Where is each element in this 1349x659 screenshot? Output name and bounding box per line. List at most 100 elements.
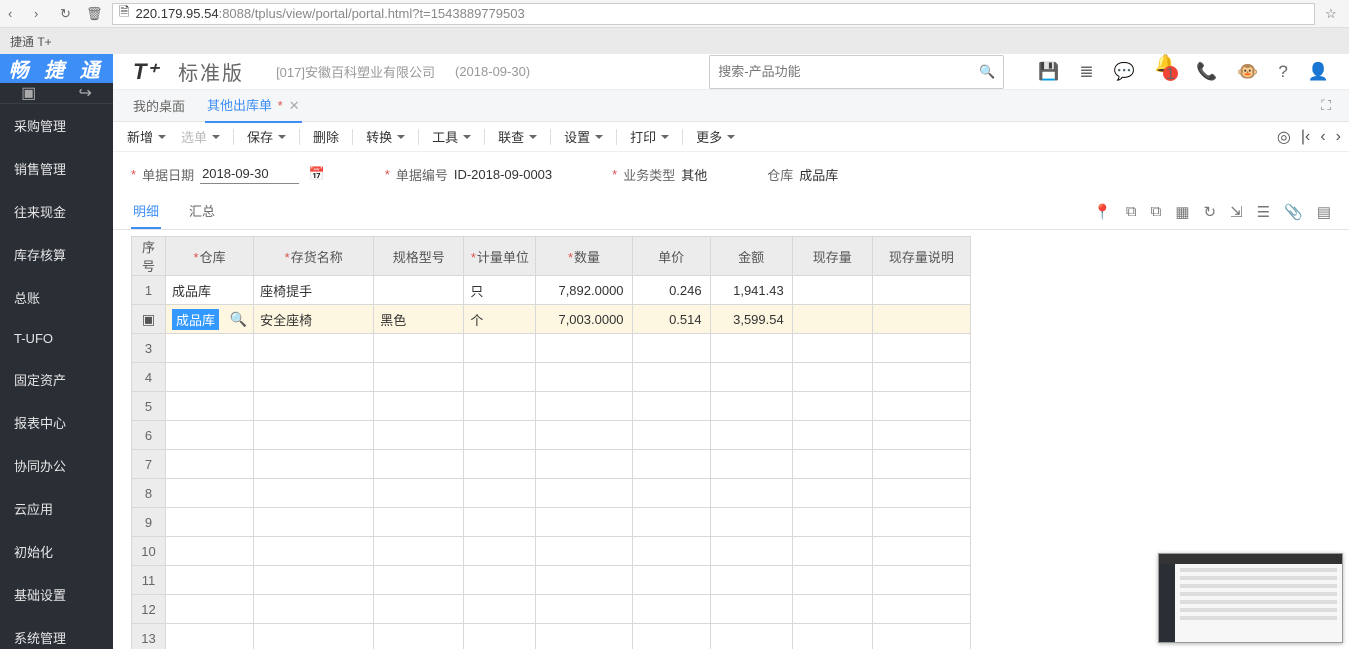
grid-header-row: 序号*仓库*存货名称规格型号*计量单位*数量单价金额现存量现存量说明 — [132, 237, 971, 276]
browser-tab-title[interactable]: 捷通 T+ — [10, 33, 52, 50]
btn-tools[interactable]: 工具 — [426, 122, 477, 151]
sidebar-item-8[interactable]: 协同办公 — [0, 444, 113, 487]
preview-thumbnail[interactable] — [1158, 553, 1343, 643]
search-icon[interactable]: 🔍 — [979, 64, 995, 80]
calendar-icon[interactable]: 📅 — [309, 166, 325, 182]
col-header-5[interactable]: *数量 — [536, 237, 632, 276]
sidebar-item-1[interactable]: 销售管理 — [0, 147, 113, 190]
notif-badge: 1 — [1163, 66, 1178, 81]
avatar-icon[interactable]: 🐵 — [1237, 62, 1258, 82]
help-icon[interactable]: ? — [1278, 62, 1287, 82]
table-row[interactable]: 7 — [132, 450, 971, 479]
dup-icon[interactable]: ⧉ — [1151, 203, 1162, 220]
table-row[interactable]: 8 — [132, 479, 971, 508]
pin-icon[interactable]: 📍 — [1093, 203, 1112, 221]
field-no: *单据编号 ID-2018-09-0003 — [385, 164, 552, 184]
search-input[interactable] — [718, 64, 979, 79]
sidebar-item-4[interactable]: 总账 — [0, 276, 113, 319]
bell-icon[interactable]: 🔔1 — [1155, 54, 1176, 89]
back-icon[interactable]: ‹ — [8, 6, 24, 21]
prev-icon[interactable]: ‹ — [1320, 128, 1325, 146]
favorite-icon[interactable]: ☆ — [1325, 6, 1341, 22]
btn-print[interactable]: 打印 — [624, 122, 675, 151]
table-row[interactable]: 9 — [132, 508, 971, 537]
col-header-6[interactable]: 单价 — [632, 237, 710, 276]
table-row[interactable]: 10 — [132, 537, 971, 566]
btn-select[interactable]: 选单 — [175, 122, 226, 151]
btn-convert[interactable]: 转换 — [360, 122, 411, 151]
table-row[interactable]: 13 — [132, 624, 971, 650]
sidebar-icon-2[interactable]: ↪ — [78, 83, 91, 103]
table-row[interactable]: 6 — [132, 421, 971, 450]
sidebar-icon-1[interactable]: ▣ — [21, 83, 36, 103]
col-header-7[interactable]: 金额 — [710, 237, 792, 276]
first-icon[interactable]: |‹ — [1301, 128, 1310, 146]
sidebar-quick-icons: ▣ ↪ — [0, 83, 113, 104]
table-row[interactable]: 11 — [132, 566, 971, 595]
col-header-8[interactable]: 现存量 — [792, 237, 872, 276]
tab-active[interactable]: 其他出库单 *✕ — [205, 88, 302, 123]
btn-relate[interactable]: 联查 — [492, 122, 543, 151]
sidebar-item-9[interactable]: 云应用 — [0, 487, 113, 530]
chat-icon[interactable]: 💬 — [1114, 62, 1135, 82]
tab-close-icon[interactable]: ✕ — [289, 98, 300, 113]
btn-save[interactable]: 保存 — [241, 122, 292, 151]
table-row[interactable]: 1成品库座椅提手只7,892.00000.2461,941.43 — [132, 276, 971, 305]
detail-grid[interactable]: 序号*仓库*存货名称规格型号*计量单位*数量单价金额现存量现存量说明 1成品库座… — [131, 236, 971, 649]
col-header-2[interactable]: *存货名称 — [254, 237, 374, 276]
col-header-4[interactable]: *计量单位 — [464, 237, 536, 276]
sidebar-item-5[interactable]: T-UFO — [0, 319, 113, 358]
save-icon[interactable]: 💾 — [1038, 62, 1059, 82]
sidebar-item-12[interactable]: 系统管理 — [0, 616, 113, 659]
next-icon[interactable]: › — [1336, 128, 1341, 146]
refresh-icon[interactable]: ↻ — [1204, 203, 1217, 221]
lookup-icon[interactable]: 🔍 — [230, 311, 247, 328]
trash-icon[interactable]: 🗑 — [86, 6, 102, 22]
col-header-9[interactable]: 现存量说明 — [872, 237, 970, 276]
copy-icon[interactable]: ⧉ — [1126, 203, 1137, 220]
table-row[interactable]: 5 — [132, 392, 971, 421]
btn-delete[interactable]: 删除 — [307, 122, 345, 151]
btn-more[interactable]: 更多 — [690, 122, 741, 151]
col-header-3[interactable]: 规格型号 — [374, 237, 464, 276]
sidebar-item-6[interactable]: 固定资产 — [0, 358, 113, 401]
subtab-summary[interactable]: 汇总 — [187, 194, 217, 229]
subtab-detail[interactable]: 明细 — [131, 194, 161, 229]
btn-settings[interactable]: 设置 — [558, 122, 609, 151]
export-icon[interactable]: ⇲ — [1230, 203, 1243, 221]
tab-active-label: 其他出库单 — [207, 98, 272, 113]
app-sidebar: 畅 捷 通 ▣ ↪ 采购管理销售管理往来现金库存核算总账T-UFO固定资产报表中… — [0, 54, 113, 649]
search-box[interactable]: 🔍 — [709, 55, 1004, 89]
table-row[interactable]: 12 — [132, 595, 971, 624]
btn-new[interactable]: 新增 — [121, 122, 172, 151]
grid-icon[interactable]: ▦ — [1175, 203, 1189, 221]
phone-icon[interactable]: 📞 — [1196, 62, 1217, 82]
table-row[interactable]: 4 — [132, 363, 971, 392]
url-host: 220.179.95.54 — [135, 6, 218, 21]
user-icon[interactable]: 👤 — [1308, 62, 1329, 82]
browser-toolbar: ‹ › ↻ 🗑 🗎 220.179.95.54:8088/tplus/view/… — [0, 0, 1349, 28]
tab-home[interactable]: 我的桌面 — [131, 89, 187, 122]
sidebar-item-10[interactable]: 初始化 — [0, 530, 113, 573]
forward-icon[interactable]: › — [34, 6, 50, 21]
row-handle-icon[interactable]: ▣ — [142, 311, 155, 327]
clip-icon[interactable]: 📎 — [1284, 203, 1303, 221]
locate-icon[interactable]: ◎ — [1277, 127, 1291, 147]
more-icon[interactable]: ▤ — [1317, 203, 1331, 221]
sidebar-item-2[interactable]: 往来现金 — [0, 190, 113, 233]
reload-icon[interactable]: ↻ — [60, 6, 76, 22]
table-row[interactable]: ▣成品库🔍安全座椅黑色个7,003.00000.5143,599.54 — [132, 305, 971, 334]
wh-cell-editing[interactable]: 成品库🔍 — [172, 309, 247, 330]
col-header-1[interactable]: *仓库 — [166, 237, 254, 276]
table-row[interactable]: 3 — [132, 334, 971, 363]
date-value[interactable]: 2018-09-30 — [200, 164, 299, 184]
fullscreen-icon[interactable]: ⛶ — [1321, 97, 1331, 114]
col-header-0[interactable]: 序号 — [132, 237, 166, 276]
sidebar-item-0[interactable]: 采购管理 — [0, 104, 113, 147]
cols-icon[interactable]: ☰ — [1257, 203, 1270, 221]
sidebar-item-3[interactable]: 库存核算 — [0, 233, 113, 276]
sidebar-item-11[interactable]: 基础设置 — [0, 573, 113, 616]
task-icon[interactable]: ≣ — [1079, 62, 1093, 82]
url-bar[interactable]: 🗎 220.179.95.54:8088/tplus/view/portal/p… — [112, 3, 1315, 25]
sidebar-item-7[interactable]: 报表中心 — [0, 401, 113, 444]
